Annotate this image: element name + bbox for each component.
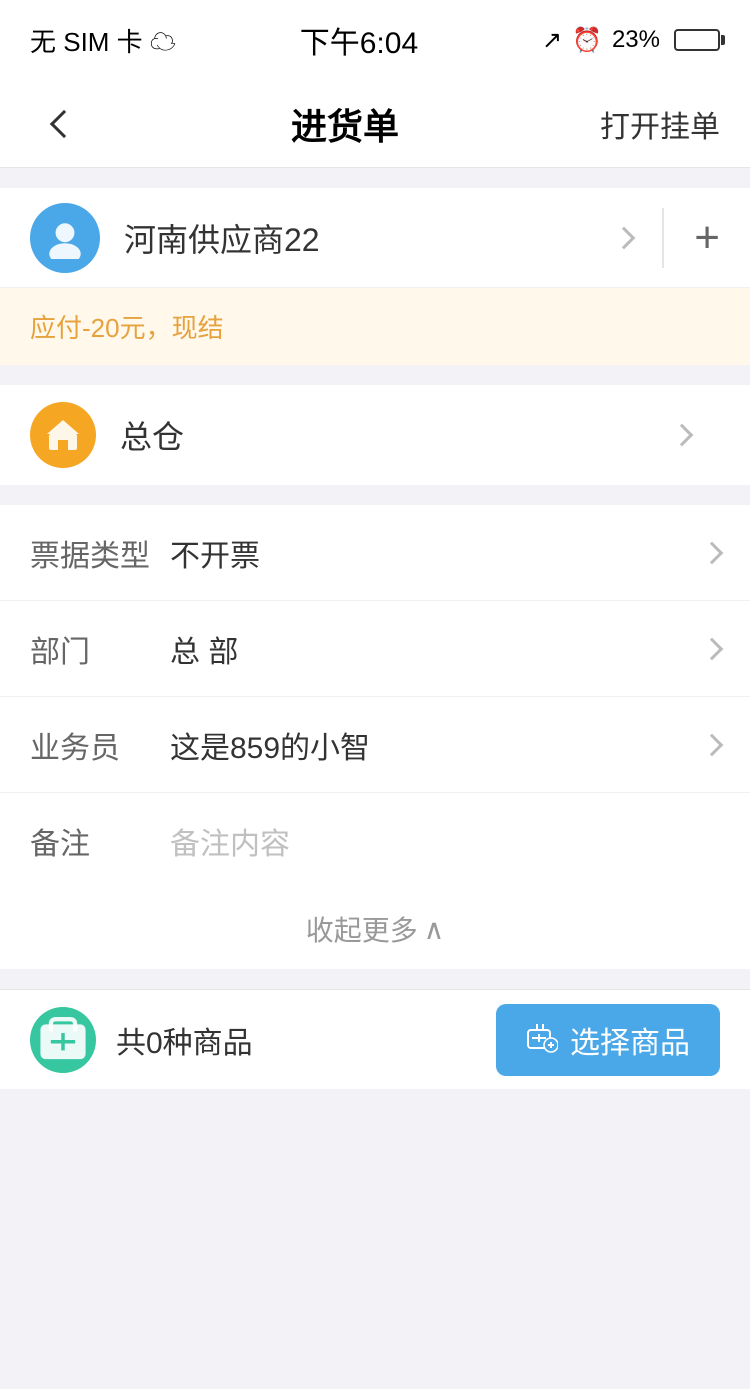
department-label: 部门 [30,627,150,671]
remark-placeholder: 备注内容 [150,819,720,863]
location-icon: ↗ [542,26,562,55]
status-left: 无 SIM 卡 ☁ [30,22,176,59]
department-value: 总 部 [150,627,704,671]
gap-4 [0,969,750,989]
no-sim-label: 无 SIM 卡 ☁ [30,22,176,59]
product-icon [30,1007,96,1073]
status-time: 下午6:04 [300,18,418,62]
select-product-label: 选择商品 [570,1018,690,1062]
warehouse-name: 总仓 [120,412,674,458]
supplier-divider [662,208,664,268]
bottom-bar: 共0种商品 选择商品 [0,989,750,1089]
gap-2 [0,365,750,385]
warehouse-card: 总仓 [0,385,750,485]
collapse-row[interactable]: 收起更多 ∧ [0,889,750,969]
supplier-card: 河南供应商22 + 应付-20元，现结 [0,188,750,365]
salesperson-value: 这是859的小智 [150,723,704,767]
warehouse-row[interactable]: 总仓 [0,385,750,485]
supplier-row[interactable]: 河南供应商22 + [0,188,750,288]
collapse-label: 收起更多 [306,909,418,949]
open-pending-button[interactable]: 打开挂单 [600,102,720,146]
salesperson-label: 业务员 [30,723,150,767]
invoice-value: 不开票 [150,531,704,575]
page-title: 进货单 [291,98,399,150]
page-background [0,1089,750,1389]
status-bar: 无 SIM 卡 ☁ 下午6:04 ↗ ⏰ 23% [0,0,750,80]
form-section: 票据类型 不开票 部门 总 部 业务员 这是859的小智 备注 备注内容 [0,505,750,889]
form-row-salesperson[interactable]: 业务员 这是859的小智 [0,697,750,793]
add-supplier-button[interactable]: + [694,216,720,260]
form-row-invoice[interactable]: 票据类型 不开票 [0,505,750,601]
invoice-chevron-icon [701,541,724,564]
supplier-chevron-icon [613,226,636,249]
salesperson-chevron-icon [701,733,724,756]
gap-3 [0,485,750,505]
select-product-button[interactable]: 选择商品 [496,1004,720,1076]
supplier-name: 河南供应商22 [124,215,616,261]
nav-bar: 进货单 打开挂单 [0,80,750,168]
remark-label: 备注 [30,819,150,863]
back-button[interactable] [30,94,90,154]
collapse-icon: ∧ [424,913,445,946]
form-row-remark[interactable]: 备注 备注内容 [0,793,750,889]
product-count: 共0种商品 [116,1018,496,1062]
invoice-label: 票据类型 [30,531,150,575]
battery-icon [674,29,720,51]
supplier-avatar [30,203,100,273]
battery-label: 23% [612,26,660,54]
status-right: ↗ ⏰ 23% [542,26,720,55]
gap-1 [0,168,750,188]
warehouse-chevron-icon [671,424,694,447]
alarm-icon: ⏰ [572,26,602,55]
select-product-icon [526,1024,558,1056]
department-chevron-icon [701,637,724,660]
warehouse-icon [30,402,96,468]
notice-banner: 应付-20元，现结 [0,288,750,365]
back-arrow-icon [50,109,78,137]
form-row-department[interactable]: 部门 总 部 [0,601,750,697]
